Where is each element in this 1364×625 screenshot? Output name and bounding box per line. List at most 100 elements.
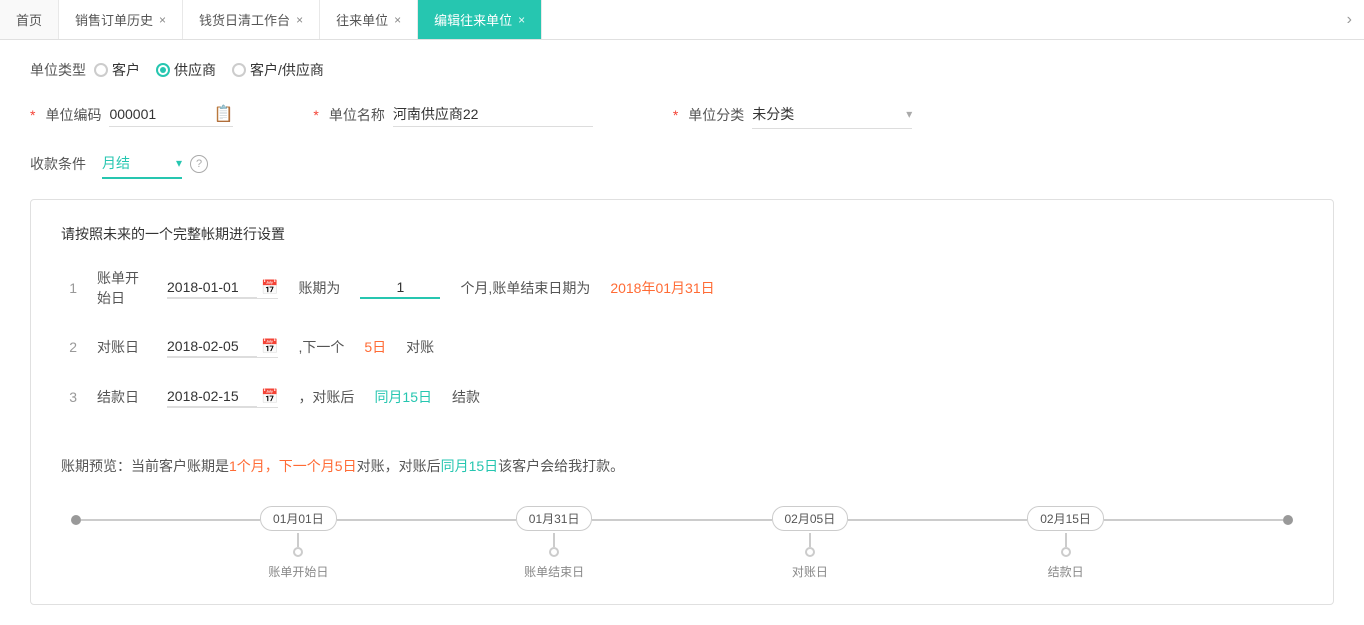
timeline-node-1-caption: 账单开始日 bbox=[268, 563, 328, 580]
code-name-category-row: * 单位编码 📋 * 单位名称 * 单位分类 未分类 ▾ bbox=[30, 100, 1334, 129]
unit-category-star: * bbox=[673, 107, 678, 123]
period-row-1-suffix-after: 个月,账单结束日期为 bbox=[460, 278, 590, 298]
unit-category-value: 未分类 bbox=[752, 100, 902, 128]
timeline-node-2-dot bbox=[549, 547, 559, 557]
timeline-segment-3 bbox=[592, 506, 771, 521]
tab-cash-work[interactable]: 钱货日清工作台 × bbox=[183, 0, 320, 39]
timeline-segment-5 bbox=[1104, 506, 1283, 521]
payment-condition-label: 收款条件 bbox=[30, 154, 86, 174]
tab-bar: 首页 销售订单历史 × 钱货日清工作台 × 往来单位 × 编辑往来单位 × › bbox=[0, 0, 1364, 40]
timeline-line-2 bbox=[337, 519, 516, 521]
preview-part4: 同月15日 bbox=[441, 458, 499, 474]
period-row-2: 2 对账日 📅 ,下一个 5日对账 bbox=[61, 336, 1303, 358]
tab-edit-partner[interactable]: 编辑往来单位 × bbox=[418, 0, 542, 39]
tab-cash-work-close[interactable]: × bbox=[296, 13, 303, 27]
unit-name-input[interactable] bbox=[393, 102, 593, 127]
timeline-node-1-dot bbox=[293, 547, 303, 557]
period-row-3-calendar-icon[interactable]: 📅 bbox=[261, 388, 278, 405]
unit-type-label: 单位类型 bbox=[30, 60, 86, 80]
radio-supplier[interactable]: 供应商 bbox=[156, 60, 216, 80]
timeline-node-3-pill: 02月05日 bbox=[772, 506, 849, 531]
timeline-node-4-pill: 02月15日 bbox=[1027, 506, 1104, 531]
tab-partner-label: 往来单位 bbox=[336, 10, 388, 29]
timeline-node-2-pill: 01月31日 bbox=[516, 506, 593, 531]
unit-category-label: 单位分类 bbox=[688, 105, 744, 125]
preview-section: 账期预览：当前客户账期是1个月，下一个月5日对账，对账后同月15日该客户会给我打… bbox=[61, 436, 1303, 580]
tab-sales-history-close[interactable]: × bbox=[159, 13, 166, 27]
unit-category-arrow: ▾ bbox=[906, 107, 912, 121]
timeline-node-2: 01月31日 账单结束日 bbox=[516, 506, 593, 580]
timeline-node-3-dot bbox=[805, 547, 815, 557]
timeline-node-3: 02月05日 对账日 bbox=[772, 506, 849, 580]
period-row-2-label: 对账日 bbox=[97, 337, 147, 357]
timeline-segment-1 bbox=[81, 506, 260, 521]
timeline-start bbox=[71, 506, 81, 525]
period-box-title: 请按照未来的一个完整帐期进行设置 bbox=[61, 224, 1303, 244]
timeline-node-4-stem bbox=[1065, 533, 1067, 547]
period-row-1-num: 1 bbox=[61, 280, 77, 296]
period-row-2-calendar-icon[interactable]: 📅 bbox=[261, 338, 278, 355]
timeline-line-3 bbox=[592, 519, 771, 521]
period-row-1-suffix-before: 账期为 bbox=[298, 278, 340, 298]
tab-home[interactable]: 首页 bbox=[0, 0, 59, 39]
period-row-3-prefix: ，对账后 bbox=[298, 387, 354, 407]
period-row-3-num: 3 bbox=[61, 389, 77, 405]
timeline-segment-4 bbox=[848, 506, 1027, 521]
timeline-line-5 bbox=[1104, 519, 1283, 521]
period-row-2-suffix: 对账 bbox=[406, 337, 434, 357]
radio-customer-supplier[interactable]: 客户/供应商 bbox=[232, 60, 324, 80]
unit-category-select[interactable]: 未分类 ▾ bbox=[752, 100, 912, 129]
tab-edit-partner-label: 编辑往来单位 bbox=[434, 10, 512, 29]
period-row-3-date-wrapper: 📅 bbox=[167, 386, 278, 408]
tab-edit-partner-close[interactable]: × bbox=[518, 13, 525, 27]
tab-cash-work-label: 钱货日清工作台 bbox=[199, 10, 290, 29]
timeline-node-1: 01月01日 账单开始日 bbox=[260, 506, 337, 580]
radio-supplier-label: 供应商 bbox=[174, 60, 216, 80]
tab-partner-close[interactable]: × bbox=[394, 13, 401, 27]
tab-sales-history[interactable]: 销售订单历史 × bbox=[59, 0, 183, 39]
radio-supplier-circle bbox=[156, 63, 170, 77]
timeline-node-4: 02月15日 结款日 bbox=[1027, 506, 1104, 580]
period-row-2-num: 2 bbox=[61, 339, 77, 355]
unit-code-group: * 单位编码 📋 bbox=[30, 102, 233, 127]
payment-condition-value: 月结 bbox=[102, 149, 172, 177]
tab-sales-history-label: 销售订单历史 bbox=[75, 10, 153, 29]
timeline-node-1-stem bbox=[297, 533, 299, 547]
unit-code-input-wrapper: 📋 bbox=[109, 102, 233, 127]
unit-type-group: 单位类型 客户 供应商 客户/供应商 bbox=[30, 60, 324, 80]
tab-home-label: 首页 bbox=[16, 10, 42, 29]
unit-code-star: * bbox=[30, 107, 35, 123]
timeline-end bbox=[1283, 506, 1293, 525]
period-row-3-date-input[interactable] bbox=[167, 386, 257, 407]
timeline-node-4-dot bbox=[1061, 547, 1071, 557]
payment-condition-select[interactable]: 月结 ▾ bbox=[102, 149, 182, 179]
tab-partner[interactable]: 往来单位 × bbox=[320, 0, 418, 39]
timeline-node-3-caption: 对账日 bbox=[792, 563, 828, 580]
preview-part5: 该客户会给我打款。 bbox=[498, 458, 624, 474]
period-row-2-prefix: ,下一个 bbox=[298, 337, 344, 357]
period-row-1-date-input[interactable] bbox=[167, 277, 257, 298]
timeline-node-2-stem bbox=[553, 533, 555, 547]
period-row-2-date-input[interactable] bbox=[167, 336, 257, 357]
period-row-3-suffix: 结款 bbox=[452, 387, 480, 407]
period-row-2-highlight: 5日 bbox=[364, 337, 386, 357]
radio-customer-circle bbox=[94, 63, 108, 77]
unit-code-icon[interactable]: 📋 bbox=[213, 104, 233, 124]
unit-code-input[interactable] bbox=[109, 102, 209, 126]
tab-more-button[interactable]: › bbox=[1335, 0, 1364, 39]
period-row-1-month-input[interactable] bbox=[360, 277, 440, 299]
timeline-node-2-caption: 账单结束日 bbox=[524, 563, 584, 580]
help-icon[interactable]: ? bbox=[190, 155, 208, 173]
unit-category-group: * 单位分类 未分类 ▾ bbox=[673, 100, 912, 129]
unit-code-label: 单位编码 bbox=[45, 105, 101, 125]
timeline-segment-2 bbox=[337, 506, 516, 521]
preview-label: 账期预览：当前客户账期是 bbox=[61, 458, 229, 474]
radio-customer-label: 客户 bbox=[112, 60, 140, 80]
radio-customer[interactable]: 客户 bbox=[94, 60, 140, 80]
period-row-3-label: 结款日 bbox=[97, 387, 147, 407]
period-box: 请按照未来的一个完整帐期进行设置 1 账单开始日 📅 账期为 个月,账单结束日期… bbox=[30, 199, 1334, 605]
timeline-node-3-stem bbox=[809, 533, 811, 547]
period-row-1-calendar-icon[interactable]: 📅 bbox=[261, 279, 278, 296]
radio-customer-supplier-label: 客户/供应商 bbox=[250, 60, 324, 80]
timeline-line-1 bbox=[81, 519, 260, 521]
